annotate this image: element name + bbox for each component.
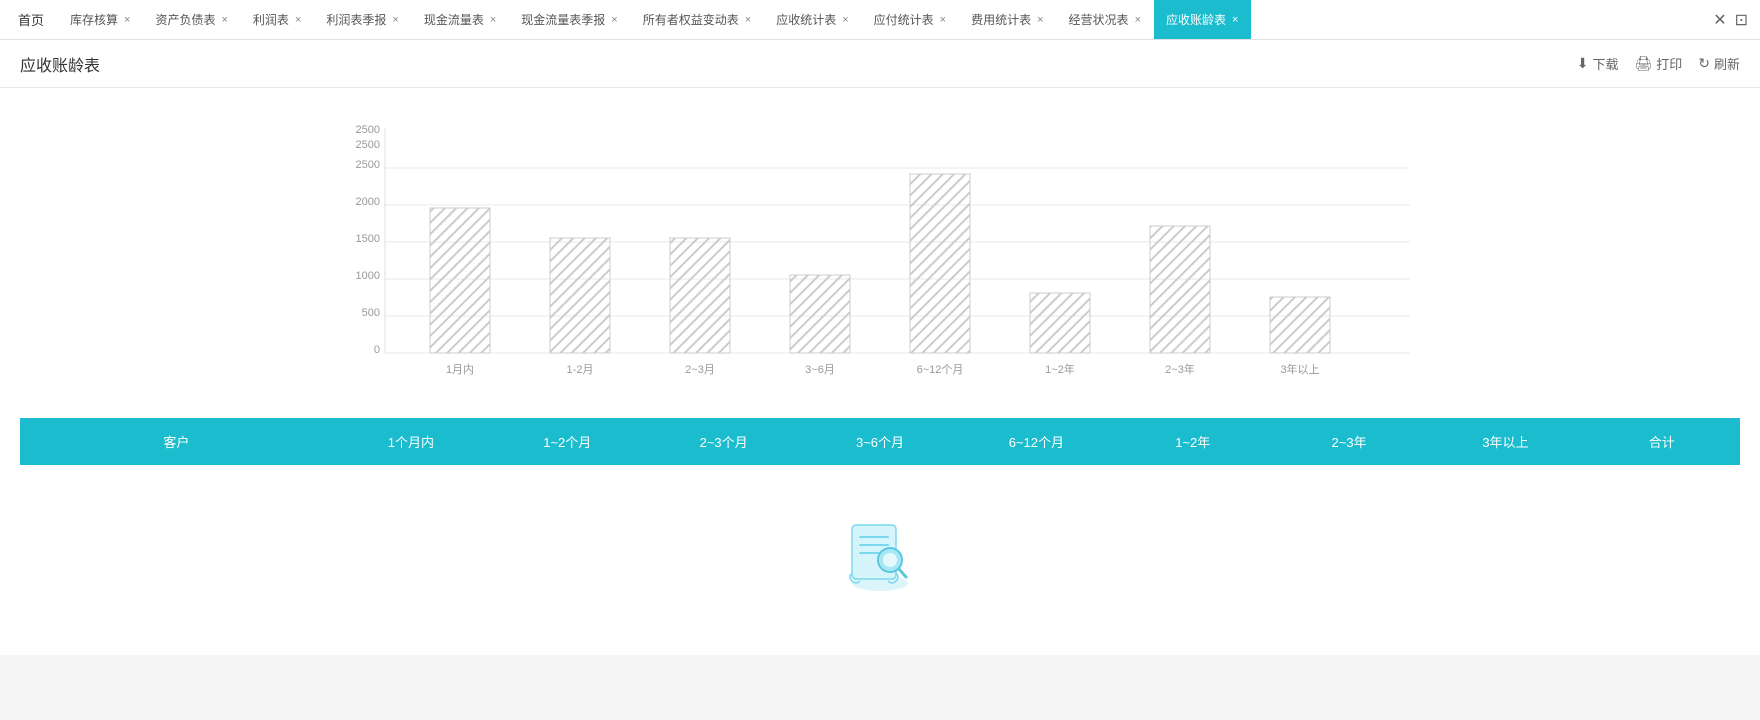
svg-text:2500: 2500 bbox=[356, 159, 380, 171]
col-3year-plus: 3年以上 bbox=[1427, 418, 1583, 465]
tab-operations[interactable]: 经营状况表 × bbox=[1057, 0, 1154, 40]
col-2-3year: 2~3年 bbox=[1271, 418, 1427, 465]
tab-bar: 首页 库存核算 × 资产负债表 × 利润表 × 利润表季报 × 现金流量表 × … bbox=[0, 0, 1760, 40]
print-icon: 🖨 bbox=[1634, 55, 1652, 72]
svg-text:2500: 2500 bbox=[356, 139, 380, 151]
print-button[interactable]: 🖨 打印 bbox=[1634, 54, 1682, 73]
header-actions: ⬇ 下载 🖨 打印 ↻ 刷新 bbox=[1577, 54, 1740, 73]
download-label: 下载 bbox=[1592, 54, 1618, 73]
col-1-2month: 1~2个月 bbox=[489, 418, 645, 465]
download-button[interactable]: ⬇ 下载 bbox=[1577, 54, 1619, 73]
svg-text:2~3年: 2~3年 bbox=[1165, 362, 1195, 376]
tab-cashflow-quarterly[interactable]: 现金流量表季报 × bbox=[509, 0, 630, 40]
tab-close-payable-stats[interactable]: × bbox=[940, 14, 946, 26]
tab-close-cashflow[interactable]: × bbox=[490, 14, 496, 26]
col-total: 合计 bbox=[1584, 418, 1740, 465]
empty-state-icon bbox=[830, 505, 930, 595]
col-1-2year: 1~2年 bbox=[1115, 418, 1271, 465]
tab-close-cashflow-quarterly[interactable]: × bbox=[611, 14, 617, 26]
main-content: 0 500 1000 1500 2000 2500 2500 2500 bbox=[0, 88, 1760, 655]
col-6-12month: 6~12个月 bbox=[958, 418, 1114, 465]
tab-expense-stats[interactable]: 费用统计表 × bbox=[959, 0, 1056, 40]
bar-2-3year bbox=[1150, 226, 1210, 353]
tab-payable-stats[interactable]: 应付统计表 × bbox=[862, 0, 959, 40]
chart-svg-wrapper: 0 500 1000 1500 2000 2500 2500 2500 bbox=[40, 118, 1720, 398]
tab-equity[interactable]: 所有者权益变动表 × bbox=[631, 0, 764, 40]
aging-chart: 0 500 1000 1500 2000 2500 2500 2500 bbox=[330, 118, 1430, 398]
bar-3year-plus bbox=[1270, 297, 1330, 353]
tab-close-expense-stats[interactable]: × bbox=[1037, 14, 1043, 26]
refresh-label: 刷新 bbox=[1714, 54, 1740, 73]
window-close-button[interactable]: ✕ bbox=[1713, 10, 1726, 30]
tab-close-aging[interactable]: × bbox=[1232, 14, 1238, 26]
svg-text:3年以上: 3年以上 bbox=[1280, 362, 1319, 376]
empty-state bbox=[20, 465, 1740, 635]
tab-close-operations[interactable]: × bbox=[1135, 14, 1141, 26]
svg-text:6~12个月: 6~12个月 bbox=[917, 363, 964, 376]
table-header: 客户 1个月内 1~2个月 2~3个月 3~6个月 6~12个月 1~2年 2~… bbox=[20, 418, 1740, 465]
tab-balance[interactable]: 资产负债表 × bbox=[143, 0, 240, 40]
tab-close-inventory[interactable]: × bbox=[124, 14, 130, 26]
bar-3-6month bbox=[790, 275, 850, 353]
window-actions: ✕ ⊡ bbox=[1713, 10, 1756, 30]
col-customer: 客户 bbox=[20, 418, 333, 465]
tab-close-profit-quarterly[interactable]: × bbox=[392, 14, 398, 26]
tab-home[interactable]: 首页 bbox=[4, 10, 58, 29]
tab-profit[interactable]: 利润表 × bbox=[241, 0, 314, 40]
tab-close-receivable-stats[interactable]: × bbox=[842, 14, 848, 26]
svg-text:2500: 2500 bbox=[356, 124, 380, 136]
bar-1-2year bbox=[1030, 293, 1090, 353]
tab-close-profit[interactable]: × bbox=[295, 14, 301, 26]
page-header: 应收账龄表 ⬇ 下载 🖨 打印 ↻ 刷新 bbox=[0, 40, 1760, 88]
bar-1month bbox=[430, 208, 490, 353]
tab-aging[interactable]: 应收账龄表 × bbox=[1154, 0, 1251, 40]
col-1month: 1个月内 bbox=[333, 418, 489, 465]
svg-text:3~6月: 3~6月 bbox=[805, 364, 835, 376]
svg-text:1000: 1000 bbox=[356, 270, 380, 282]
chart-container: 0 500 1000 1500 2000 2500 2500 2500 bbox=[20, 108, 1740, 418]
tab-close-equity[interactable]: × bbox=[745, 14, 751, 26]
refresh-icon: ↻ bbox=[1698, 55, 1710, 72]
tab-cashflow[interactable]: 现金流量表 × bbox=[412, 0, 509, 40]
tab-profit-quarterly[interactable]: 利润表季报 × bbox=[314, 0, 411, 40]
window-maximize-button[interactable]: ⊡ bbox=[1735, 10, 1748, 30]
svg-text:1~2年: 1~2年 bbox=[1045, 362, 1075, 376]
svg-text:1-2月: 1-2月 bbox=[567, 364, 594, 376]
col-2-3month: 2~3个月 bbox=[645, 418, 801, 465]
svg-text:2000: 2000 bbox=[356, 196, 380, 208]
tab-receivable-stats[interactable]: 应收统计表 × bbox=[764, 0, 861, 40]
bar-1-2month bbox=[550, 238, 610, 353]
print-label: 打印 bbox=[1656, 54, 1682, 73]
svg-text:2~3月: 2~3月 bbox=[685, 364, 715, 376]
svg-text:500: 500 bbox=[362, 307, 380, 319]
refresh-button[interactable]: ↻ 刷新 bbox=[1698, 54, 1740, 73]
svg-text:0: 0 bbox=[374, 344, 380, 356]
download-icon: ⬇ bbox=[1577, 55, 1589, 72]
tab-close-balance[interactable]: × bbox=[221, 14, 227, 26]
svg-text:1月内: 1月内 bbox=[446, 362, 474, 376]
bar-6-12month bbox=[910, 174, 970, 353]
tab-inventory[interactable]: 库存核算 × bbox=[58, 0, 143, 40]
bar-2-3month bbox=[670, 238, 730, 353]
col-3-6month: 3~6个月 bbox=[802, 418, 958, 465]
svg-text:1500: 1500 bbox=[356, 233, 380, 245]
page-title: 应收账龄表 bbox=[20, 52, 100, 76]
